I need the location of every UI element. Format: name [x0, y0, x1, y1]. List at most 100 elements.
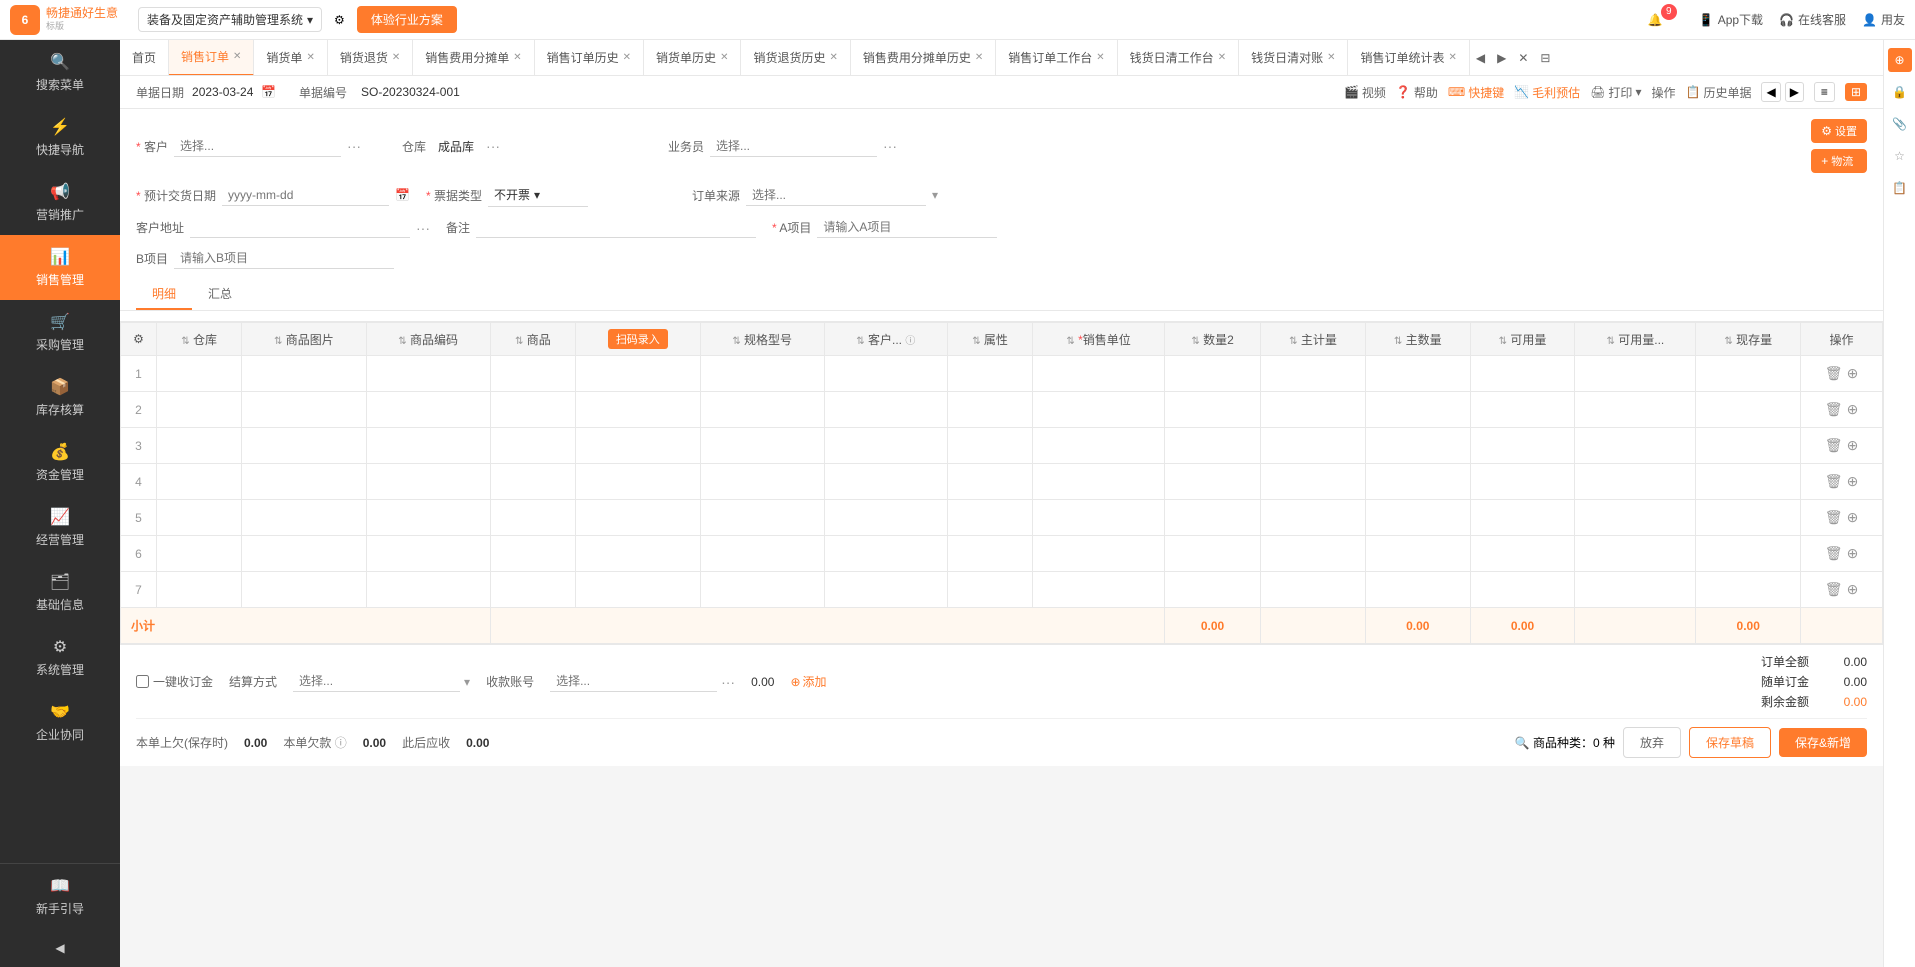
nav-next-btn[interactable]: ▶: [1785, 82, 1804, 102]
sort-product-icon[interactable]: ⇅: [515, 336, 523, 347]
right-panel-note-icon[interactable]: 📋: [1888, 176, 1912, 200]
td-warehouse-1[interactable]: [157, 356, 242, 392]
tab-close-salesreturn[interactable]: ✕: [306, 52, 314, 63]
copy-row-1-btn[interactable]: ⊕: [1847, 365, 1859, 382]
td-mainqty-1[interactable]: [1365, 356, 1470, 392]
delete-row-2-btn[interactable]: 🗑: [1825, 401, 1843, 418]
sidebar-item-quicknav[interactable]: ⚡ 快捷导航: [0, 105, 120, 170]
receipt-account-input[interactable]: [550, 671, 717, 692]
tab-close-salesorder[interactable]: ✕: [233, 51, 241, 62]
sidebar-item-guide[interactable]: 📖 新手引导: [0, 864, 120, 929]
calendar-icon[interactable]: 📅: [261, 85, 276, 99]
td-product-1[interactable]: [490, 356, 575, 392]
right-panel-attach-icon[interactable]: 📎: [1888, 112, 1912, 136]
th-settings[interactable]: ⚙: [121, 323, 157, 356]
list-view-btn[interactable]: ≡: [1814, 82, 1835, 102]
copy-row-6-btn[interactable]: ⊕: [1847, 545, 1859, 562]
view-btn[interactable]: 🎬 视频: [1344, 84, 1386, 101]
delete-row-4-btn[interactable]: 🗑: [1825, 473, 1843, 490]
tab-salesreturn[interactable]: 销货单 ✕: [254, 40, 327, 76]
tab-close-salesrefund[interactable]: ✕: [392, 52, 400, 63]
app-download-item[interactable]: 📱 App下载: [1699, 11, 1763, 28]
copy-row-5-btn[interactable]: ⊕: [1847, 509, 1859, 526]
staff-more-btn[interactable]: ···: [883, 138, 897, 154]
tab-menu-btn[interactable]: ⊟: [1534, 40, 1556, 76]
tab-close-salesrefundhistory[interactable]: ✕: [829, 52, 837, 63]
customer-more-btn[interactable]: ···: [347, 138, 361, 154]
tab-close-salessummary[interactable]: ✕: [1449, 52, 1457, 63]
add-item-btn[interactable]: + 物流: [1811, 149, 1867, 173]
sidebar-collapse-btn[interactable]: ◀: [0, 929, 120, 967]
delivery-input[interactable]: [222, 185, 389, 206]
sidebar-item-sales[interactable]: 📊 销售管理: [0, 235, 120, 300]
delete-row-1-btn[interactable]: 🗑: [1825, 365, 1843, 382]
sidebar-item-basic[interactable]: 🗂 基础信息: [0, 560, 120, 625]
td-image-1[interactable]: [242, 356, 366, 392]
warehouse-more-btn[interactable]: ···: [486, 138, 500, 154]
tab-close-all-btn[interactable]: ✕: [1512, 40, 1534, 76]
tab-close-salesworkbench[interactable]: ✕: [1096, 52, 1104, 63]
td-code-1[interactable]: [366, 356, 490, 392]
address-input[interactable]: [190, 217, 410, 238]
td-attr-1[interactable]: [947, 356, 1032, 392]
payment-method-dropdown[interactable]: ▾: [464, 675, 470, 689]
tab-saleshistory[interactable]: 销售订单历史 ✕: [535, 40, 644, 76]
inner-tab-detail[interactable]: 明细: [136, 279, 192, 310]
sidebar-item-marketing[interactable]: 📢 营销推广: [0, 170, 120, 235]
invoice-select[interactable]: 不开票 ▾: [488, 183, 588, 207]
sidebar-item-system[interactable]: ⚙ 系统管理: [0, 625, 120, 690]
copy-row-7-btn[interactable]: ⊕: [1847, 581, 1859, 598]
delete-row-5-btn[interactable]: 🗑: [1825, 509, 1843, 526]
delete-row-6-btn[interactable]: 🗑: [1825, 545, 1843, 562]
tab-salesorder[interactable]: 销售订单 ✕: [169, 40, 254, 76]
sort-attr-icon[interactable]: ⇅: [972, 336, 980, 347]
save-draft-button[interactable]: 保存草稿: [1689, 727, 1771, 758]
right-panel-star-icon[interactable]: ☆: [1888, 144, 1912, 168]
right-panel-add-icon[interactable]: ⊕: [1888, 48, 1912, 72]
td-custcode-1[interactable]: [824, 356, 947, 392]
payment-checkbox[interactable]: [136, 675, 149, 688]
operate-btn[interactable]: 操作: [1651, 84, 1675, 101]
tab-cashclear[interactable]: 钱货日清工作台 ✕: [1118, 40, 1239, 76]
solution-button[interactable]: 体验行业方案: [357, 6, 457, 33]
staff-input[interactable]: [710, 136, 877, 157]
grid-view-btn[interactable]: ⊞: [1845, 83, 1867, 101]
delete-row-7-btn[interactable]: 🗑: [1825, 581, 1843, 598]
settings-icon[interactable]: ⚙: [330, 0, 349, 40]
bproject-input[interactable]: [174, 248, 394, 269]
delete-row-3-btn[interactable]: 🗑: [1825, 437, 1843, 454]
sort-image-icon[interactable]: ⇅: [274, 336, 282, 347]
receipt-more-btn[interactable]: ···: [721, 674, 735, 690]
sidebar-item-search[interactable]: 🔍 搜索菜单: [0, 40, 120, 105]
sort-available-icon[interactable]: ⇅: [1499, 336, 1507, 347]
sort-salesunit-icon[interactable]: ⇅: [1066, 336, 1074, 347]
tab-cashreconcile[interactable]: 钱货日清对账 ✕: [1239, 40, 1348, 76]
sidebar-item-operations[interactable]: 📈 经营管理: [0, 495, 120, 560]
tab-close-salesreturnhistory[interactable]: ✕: [720, 52, 728, 63]
tab-close-cashclear[interactable]: ✕: [1218, 52, 1226, 63]
sort-qty2-icon[interactable]: ⇅: [1191, 336, 1199, 347]
sort-custcode-icon[interactable]: ⇅: [856, 336, 864, 347]
sort-mainqty-icon[interactable]: ⇅: [1394, 336, 1402, 347]
tab-salessummary[interactable]: 销售订单统计表 ✕: [1348, 40, 1469, 76]
td-spec-1[interactable]: [700, 356, 824, 392]
copy-row-3-btn[interactable]: ⊕: [1847, 437, 1859, 454]
sidebar-item-purchase[interactable]: 🛒 采购管理: [0, 300, 120, 365]
customer-input[interactable]: [174, 136, 341, 157]
settings-quick-btn[interactable]: ⚙ 设置: [1811, 119, 1867, 143]
tab-next-btn[interactable]: ▶: [1491, 40, 1512, 76]
hotkey-btn[interactable]: ⌨ 快捷键: [1448, 84, 1504, 101]
profit-btn[interactable]: 📉 毛利预估: [1514, 84, 1580, 101]
tab-prev-btn[interactable]: ◀: [1470, 40, 1491, 76]
history-btn[interactable]: 📋 历史单据: [1685, 84, 1751, 101]
tab-salesreturnhistory[interactable]: 销货单历史 ✕: [644, 40, 741, 76]
sidebar-item-enterprise[interactable]: 🤝 企业协同: [0, 690, 120, 755]
sort-availablemore-icon[interactable]: ⇅: [1607, 336, 1615, 347]
tab-home[interactable]: 首页: [120, 40, 169, 76]
scan-button[interactable]: 扫码录入: [608, 329, 668, 349]
sort-stock-icon[interactable]: ⇅: [1724, 336, 1732, 347]
tab-close-saleshistory[interactable]: ✕: [623, 52, 631, 63]
ordersource-input[interactable]: [746, 185, 926, 206]
td-qty2-1[interactable]: [1164, 356, 1260, 392]
tab-close-salesfeehistory[interactable]: ✕: [975, 52, 983, 63]
